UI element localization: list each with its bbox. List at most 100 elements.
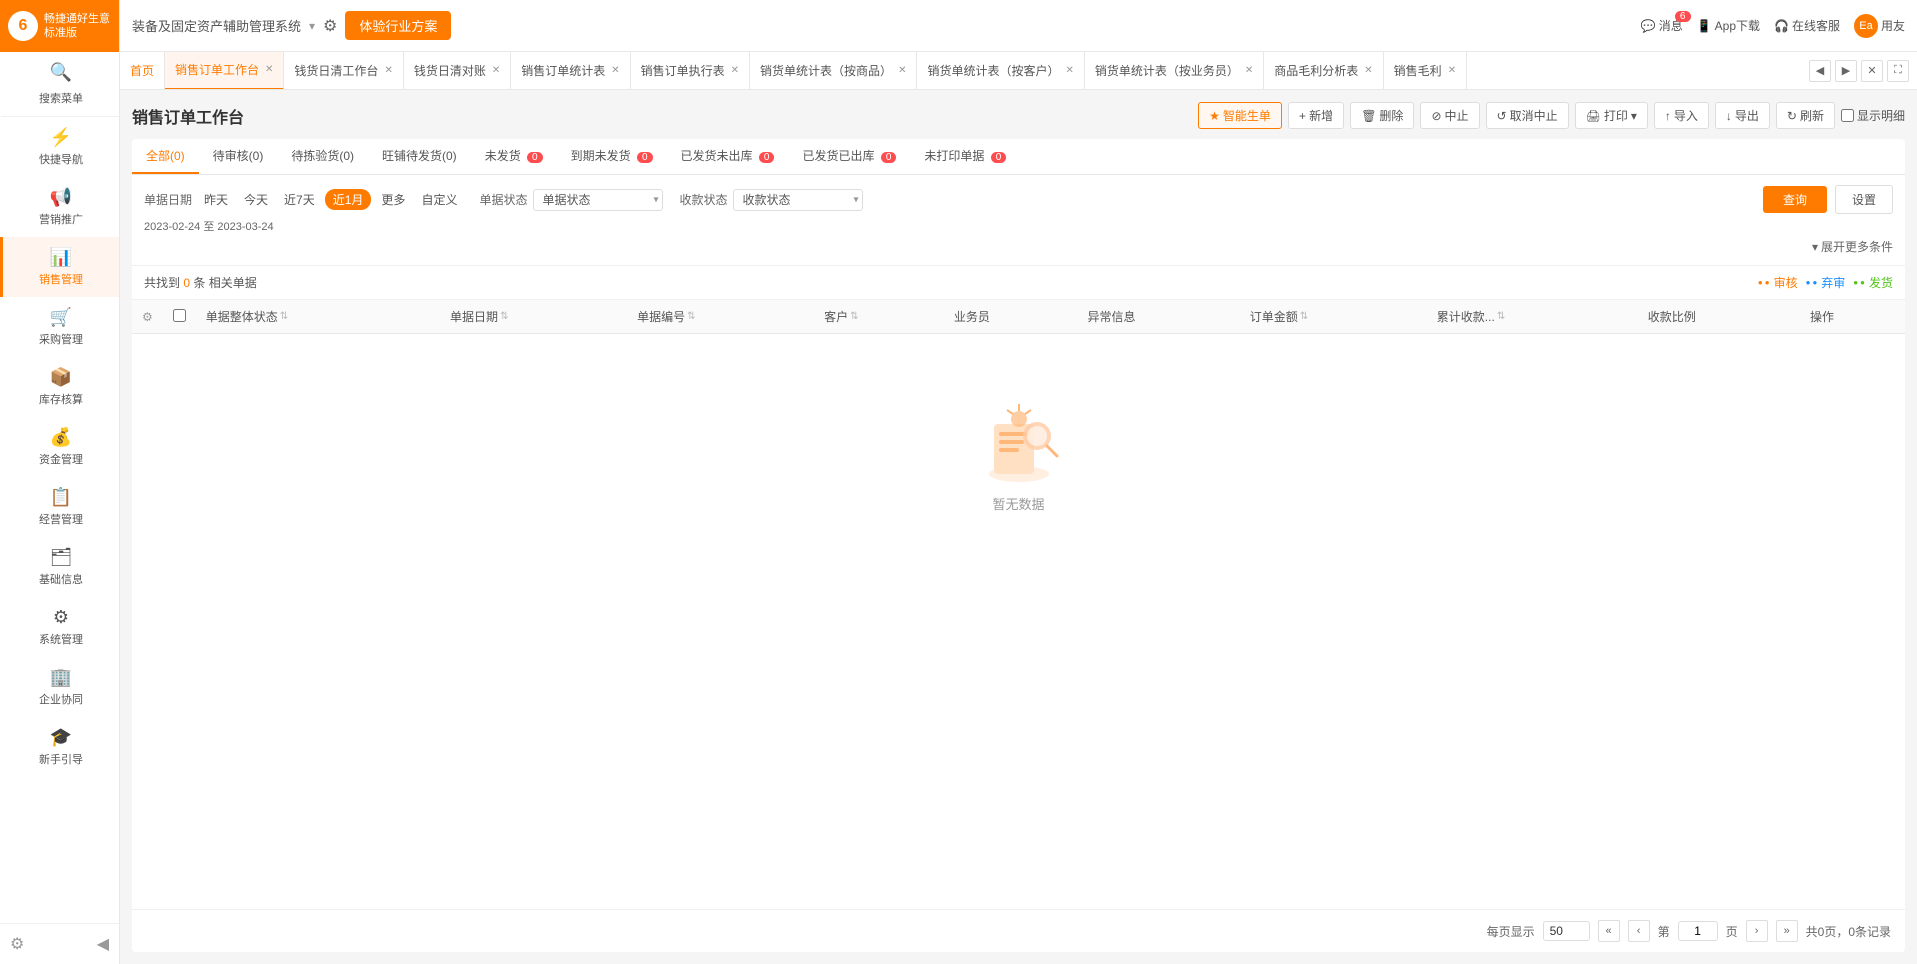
tabs-scroll-right[interactable]: ▶ [1835, 60, 1857, 82]
column-settings-icon[interactable]: ⚙ [142, 310, 153, 324]
topbar-app-download[interactable]: 📱 App下载 [1697, 17, 1760, 34]
filter-tab-wangpu[interactable]: 旺铺待发货(0) [368, 139, 471, 174]
settings-gear-icon[interactable]: ⚙ [10, 934, 24, 954]
sidebar-item-finance[interactable]: 💰 资金管理 [0, 417, 119, 477]
query-button[interactable]: 查询 [1763, 186, 1827, 213]
export-button[interactable]: ↓ 导出 [1715, 102, 1770, 129]
table-scroll[interactable]: ⚙ 单据整体状态 ⇅ [132, 300, 1905, 909]
expand-more-btn[interactable]: ▾ 展开更多条件 [1812, 238, 1893, 255]
filter-status-select[interactable]: 单据状态 [533, 189, 663, 211]
import-button[interactable]: ↑ 导入 [1654, 102, 1709, 129]
th-staff-sort[interactable]: 业务员 [954, 308, 1068, 325]
sidebar-item-purchase[interactable]: 🛒 采购管理 [0, 297, 119, 357]
filter-tab-pending-inspect[interactable]: 待拣验货(0) [277, 139, 368, 174]
sidebar-item-operations[interactable]: 📋 经营管理 [0, 477, 119, 537]
tab-sales-revenue-close[interactable]: ✕ [1448, 65, 1456, 76]
sidebar-item-enterprise[interactable]: 🏢 企业协同 [0, 657, 119, 717]
tab-product-margin-close[interactable]: ✕ [1364, 65, 1372, 76]
th-number-sort[interactable]: 单据编号 ⇅ [637, 308, 804, 325]
filter-date-label: 单据日期 [144, 191, 192, 208]
tab-cash-daily[interactable]: 钱货日清工作台 ✕ [284, 52, 403, 90]
tab-sales-summary-staff[interactable]: 销货单统计表（按业务员） ✕ [1085, 52, 1264, 90]
collapse-icon[interactable]: ◀ [97, 934, 109, 954]
tab-sales-exec-close[interactable]: ✕ [731, 65, 739, 76]
th-customer-sort[interactable]: 客户 ⇅ [824, 308, 934, 325]
tab-product-margin[interactable]: 商品毛利分析表 ✕ [1264, 52, 1383, 90]
th-status-sort[interactable]: 单据整体状态 ⇅ [206, 308, 430, 325]
delete-button[interactable]: 🗑 删除 [1350, 102, 1414, 129]
filter-date-yesterday[interactable]: 昨天 [198, 189, 234, 210]
sidebar-item-system[interactable]: ⚙ 系统管理 [0, 597, 119, 657]
tabs-fullscreen[interactable]: ⛶ [1887, 60, 1909, 82]
sidebar-item-marketing[interactable]: 📢 营销推广 [0, 177, 119, 237]
th-abnormal-sort[interactable]: 异常信息 [1088, 308, 1230, 325]
set-button[interactable]: 设置 [1835, 185, 1893, 214]
tab-sales-workbench-close[interactable]: ✕ [265, 64, 273, 75]
filter-tab-unprinted[interactable]: 未打印单据 0 [910, 139, 1020, 174]
tab-sales-summary-customer-close[interactable]: ✕ [1065, 65, 1073, 76]
pagination-prev-btn[interactable]: ‹ [1628, 920, 1650, 942]
sidebar-item-inventory[interactable]: 📦 库存核算 [0, 357, 119, 417]
sidebar-item-newguide[interactable]: 🎓 新手引导 [0, 717, 119, 777]
filter-tab-all[interactable]: 全部(0) [132, 139, 199, 174]
sidebar-purchase-label: 采购管理 [39, 331, 83, 347]
filter-payment-wrap: 收款状态 [733, 189, 863, 211]
tab-sales-revenue[interactable]: 销售毛利 ✕ [1384, 52, 1467, 90]
filter-tab-shipped-out[interactable]: 已发货已出库 0 [788, 139, 910, 174]
topbar-message[interactable]: 💬 消息 6 [1641, 17, 1683, 34]
tab-sales-stats[interactable]: 销售订单统计表 ✕ [511, 52, 630, 90]
topbar-online-service[interactable]: 🎧 在线客服 [1774, 17, 1840, 34]
sidebar-item-sales[interactable]: 📊 销售管理 [0, 237, 119, 297]
filter-tab-pending-review[interactable]: 待审核(0) [199, 139, 278, 174]
tab-sales-summary-customer[interactable]: 销货单统计表（按客户） ✕ [917, 52, 1084, 90]
tabs-scroll-left[interactable]: ◀ [1809, 60, 1831, 82]
select-all-checkbox[interactable] [173, 309, 186, 322]
tab-cash-reconcile[interactable]: 钱货日清对账 ✕ [404, 52, 511, 90]
add-button[interactable]: + 新增 [1288, 102, 1344, 129]
filter-tab-shipped-not-out[interactable]: 已发货未出库 0 [667, 139, 789, 174]
topbar-gear-icon[interactable]: ⚙ [323, 16, 337, 36]
th-date-sort[interactable]: 单据日期 ⇅ [450, 308, 617, 325]
tabs-close-all[interactable]: ✕ [1861, 60, 1883, 82]
show-detail-label[interactable]: 显示明细 [1841, 107, 1905, 124]
smart-create-button[interactable]: ★ 智能生单 [1198, 102, 1282, 129]
filter-payment-select[interactable]: 收款状态 [733, 189, 863, 211]
filter-date-1month[interactable]: 近1月 [325, 189, 372, 210]
pagination-next-btn[interactable]: › [1746, 920, 1768, 942]
ship-action[interactable]: ● 发货 [1853, 274, 1893, 291]
tab-sales-summary-product[interactable]: 销货单统计表（按商品） ✕ [750, 52, 917, 90]
tab-cash-reconcile-close[interactable]: ✕ [492, 65, 500, 76]
pagination-first-btn[interactable]: « [1598, 920, 1620, 942]
tab-sales-summary-product-close[interactable]: ✕ [898, 65, 906, 76]
tab-cash-daily-close[interactable]: ✕ [384, 65, 392, 76]
industry-solution-button[interactable]: 体验行业方案 [345, 11, 451, 40]
filter-date-today[interactable]: 今天 [238, 189, 274, 210]
sidebar-item-quicknav[interactable]: ⚡ 快捷导航 [0, 117, 119, 177]
tab-sales-exec[interactable]: 销售订单执行表 ✕ [631, 52, 750, 90]
sidebar-search[interactable]: 🔍 搜索菜单 [0, 52, 119, 117]
pagination-page-input[interactable] [1678, 921, 1718, 941]
tab-sales-summary-staff-close[interactable]: ✕ [1245, 65, 1253, 76]
print-button[interactable]: 🖨 打印 ▾ [1575, 102, 1648, 129]
tab-sales-workbench[interactable]: 销售订单工作台 ✕ [165, 52, 284, 90]
topbar-user[interactable]: Ea 用友 [1854, 14, 1905, 38]
filter-date-7days[interactable]: 近7天 [278, 189, 321, 210]
page-size-select[interactable]: 10 20 50 100 [1543, 921, 1590, 941]
filter-date-custom[interactable]: 自定义 [415, 189, 463, 210]
stop-button[interactable]: ⊘ 中止 [1420, 102, 1479, 129]
filter-tab-expired[interactable]: 到期未发货 0 [557, 139, 667, 174]
sidebar-item-baseinfo[interactable]: 🗂 基础信息 [0, 537, 119, 597]
filter-tab-unshipped[interactable]: 未发货 0 [471, 139, 557, 174]
pagination-last-btn[interactable]: » [1776, 920, 1798, 942]
refresh-button[interactable]: ↻ 刷新 [1776, 102, 1835, 129]
show-detail-checkbox[interactable] [1841, 109, 1854, 122]
tab-sales-stats-close[interactable]: ✕ [611, 65, 619, 76]
th-amount-sort[interactable]: 订单金额 ⇅ [1250, 308, 1417, 325]
cancel-review-action[interactable]: ● 弃审 [1806, 274, 1846, 291]
tab-home[interactable]: 首页 [120, 52, 165, 90]
tabs-bar: 首页 销售订单工作台 ✕ 钱货日清工作台 ✕ 钱货日清对账 ✕ 销售订单统计表 … [120, 52, 1917, 90]
cancel-stop-button[interactable]: ↺ 取消中止 [1486, 102, 1569, 129]
filter-date-more[interactable]: 更多 [375, 189, 411, 210]
review-action[interactable]: ● 审核 [1758, 274, 1798, 291]
th-collected-sort[interactable]: 累计收款... ⇅ [1437, 308, 1628, 325]
